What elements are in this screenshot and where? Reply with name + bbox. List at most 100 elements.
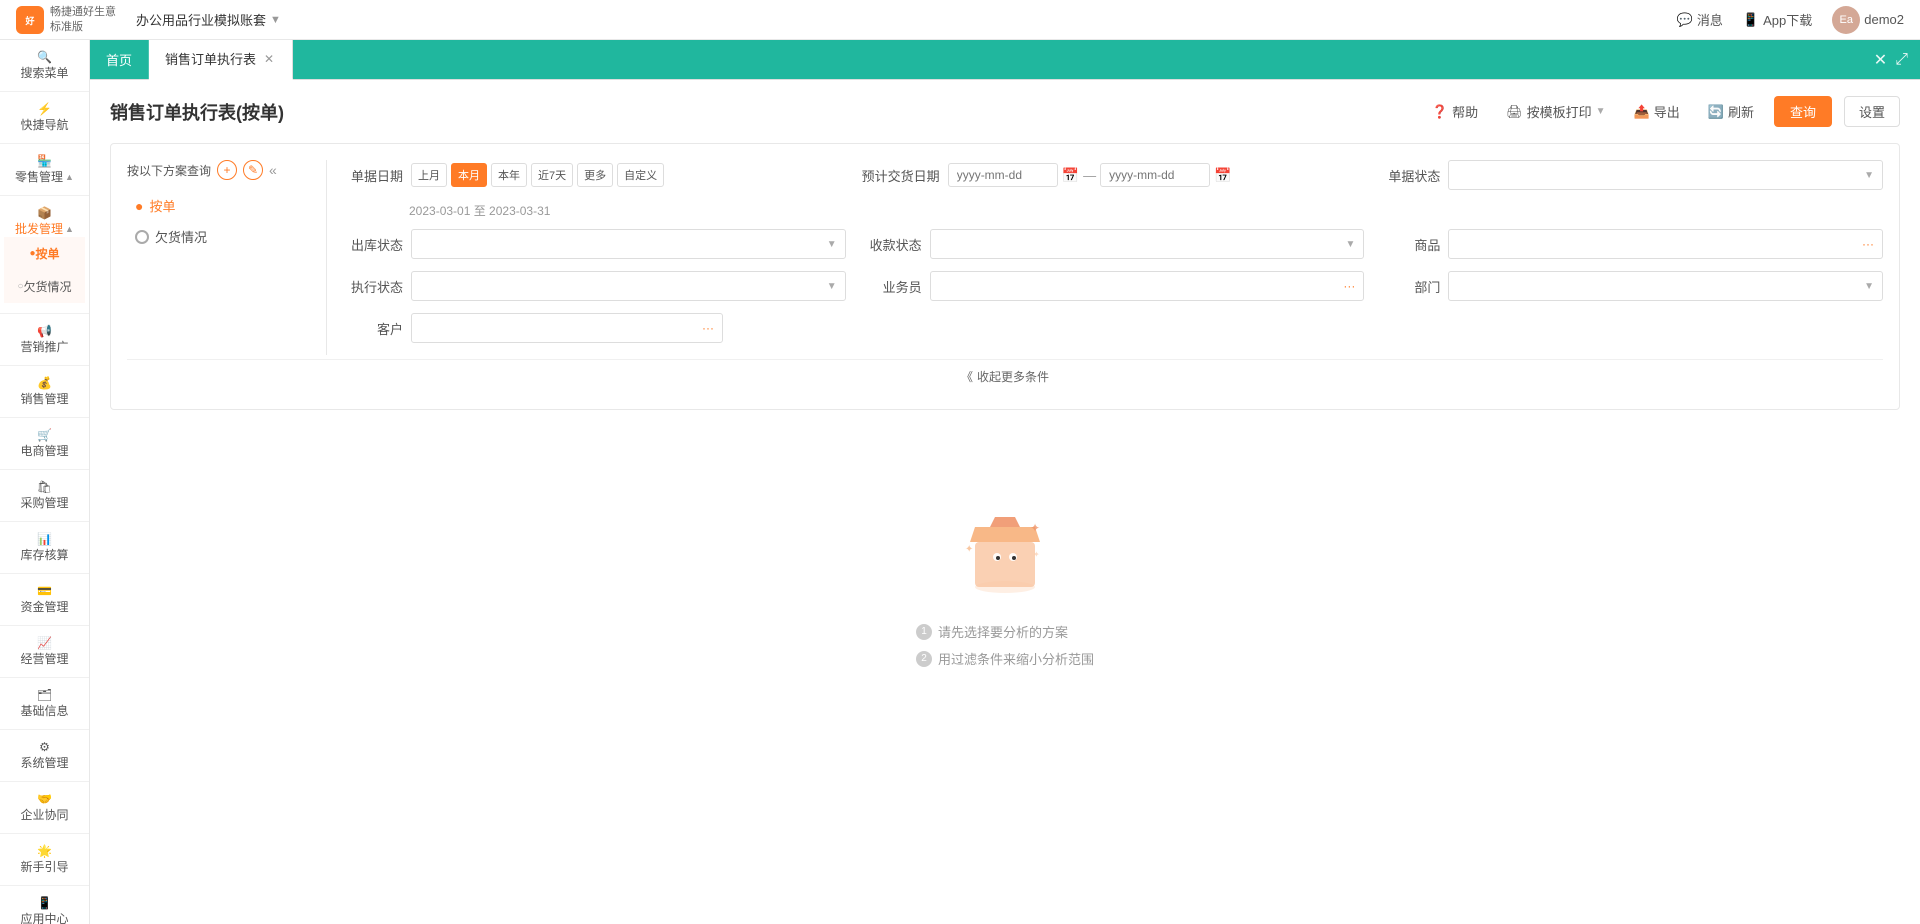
date-btn-last-month[interactable]: 上月 — [411, 163, 447, 187]
sidebar-item-finance[interactable]: 💳 资金管理 — [0, 574, 89, 626]
scheme-item-order[interactable]: ● 按单 — [127, 190, 310, 221]
delivery-status-select[interactable]: ▼ — [411, 229, 846, 259]
settings-button[interactable]: 设置 — [1844, 96, 1900, 127]
bill-date-range: 2023-03-01 至 2023-03-31 — [343, 202, 1883, 219]
svg-text:好: 好 — [24, 15, 34, 26]
expected-date-label: 预计交货日期 — [862, 166, 940, 185]
date-btn-more[interactable]: 更多 — [577, 163, 613, 187]
svg-text:✦: ✦ — [965, 544, 973, 555]
expected-date-start[interactable] — [948, 163, 1058, 187]
salesperson-more-icon[interactable]: ··· — [1343, 279, 1355, 293]
tip-num-2: 2 — [916, 651, 932, 667]
close-all-icon[interactable]: ✕ — [1874, 50, 1887, 70]
customer-more-icon[interactable]: ··· — [702, 321, 714, 335]
bill-status-select[interactable]: ▼ — [1448, 160, 1883, 190]
logo-text: 畅捷通好生意 标准版 — [50, 5, 116, 34]
filter-section: 按以下方案查询 + ✎ « ● 按单 — [110, 143, 1900, 410]
add-scheme-button[interactable]: + — [217, 160, 237, 180]
expected-date-control: 📅 — 📅 — [948, 163, 1365, 187]
department-select[interactable]: ▼ — [1448, 271, 1883, 301]
date-btn-this-month[interactable]: 本月 — [451, 163, 487, 187]
refresh-button[interactable]: 🔄 刷新 — [1700, 98, 1762, 125]
logo-area: 好 畅捷通好生意 标准版 — [16, 5, 116, 34]
date-btn-7days[interactable]: 近7天 — [531, 163, 573, 187]
inventory-icon: 📊 — [37, 532, 52, 546]
scheme-item-debt[interactable]: 欠货情况 — [127, 221, 310, 252]
sidebar-item-system[interactable]: ⚙ 系统管理 — [0, 730, 89, 782]
main-layout: 🔍 搜索菜单 ⚡ 快捷导航 🏪 零售管理 ▲ 📦 批发管理 ▲ ● 按单 — [0, 40, 1920, 924]
edit-scheme-button[interactable]: ✎ — [243, 160, 263, 180]
sidebar-item-wholesale[interactable]: 📦 批发管理 ▲ ● 按单 ○ 欠货情况 — [0, 196, 89, 314]
sidebar: 🔍 搜索菜单 ⚡ 快捷导航 🏪 零售管理 ▲ 📦 批发管理 ▲ ● 按单 — [0, 40, 90, 924]
sidebar-item-purchase[interactable]: 🛍 采购管理 — [0, 470, 89, 522]
operation-icon: 📈 — [37, 636, 52, 650]
tab-close-icon[interactable]: ✕ — [262, 50, 276, 68]
export-icon: 📤 — [1634, 104, 1650, 120]
finance-icon: 💳 — [37, 584, 52, 598]
expand-icon[interactable]: ⤢ — [1895, 51, 1908, 69]
app-download-button[interactable]: 📱 App下载 — [1743, 10, 1812, 29]
payment-status-select[interactable]: ▼ — [930, 229, 1365, 259]
page-title: 销售订单执行表(按单) — [110, 99, 284, 125]
newbie-icon: 🌟 — [37, 844, 52, 858]
search-icon: 🔍 — [37, 50, 52, 64]
filter-row-2: 出库状态 ▼ 收款状态 ▼ — [343, 229, 1883, 259]
product-select[interactable]: ··· — [1448, 229, 1883, 259]
sidebar-sub-item-debt[interactable]: ○ 欠货情况 — [4, 270, 85, 303]
quick-nav-icon: ⚡ — [37, 102, 52, 116]
message-button[interactable]: 💬 消息 — [1677, 10, 1723, 29]
exec-status-select[interactable]: ▼ — [411, 271, 846, 301]
date-btn-custom[interactable]: 自定义 — [617, 163, 664, 187]
calendar-start-icon[interactable]: 📅 — [1062, 167, 1079, 184]
export-button[interactable]: 📤 导出 — [1626, 98, 1688, 125]
filter-row-4: 客户 ··· — [343, 313, 1883, 343]
help-button[interactable]: ❓ 帮助 — [1424, 98, 1486, 125]
tab-home[interactable]: 首页 — [90, 40, 149, 80]
sidebar-item-appstore[interactable]: 📱 应用中心 — [0, 886, 89, 924]
query-button[interactable]: 查询 — [1774, 96, 1832, 127]
wholesale-icon: 📦 — [37, 206, 52, 220]
user-menu-button[interactable]: Ea demo2 — [1832, 6, 1904, 34]
customer-label: 客户 — [343, 319, 403, 338]
empty-tips: 1 请先选择要分析的方案 2 用过滤条件来缩小分析范围 — [916, 622, 1094, 668]
sidebar-item-basic[interactable]: 🗂 基础信息 — [0, 678, 89, 730]
filter-field-expected-date: 预计交货日期 📅 — 📅 — [862, 163, 1365, 187]
sidebar-item-inventory[interactable]: 📊 库存核算 — [0, 522, 89, 574]
collapse-more-button[interactable]: 《 收起更多条件 — [961, 368, 1049, 385]
retail-arrow-icon: ▲ — [65, 172, 74, 182]
collapse-scheme-button[interactable]: « — [269, 162, 277, 178]
message-icon: 💬 — [1677, 12, 1693, 28]
sidebar-item-enterprise[interactable]: 🤝 企业协同 — [0, 782, 89, 834]
sidebar-item-retail[interactable]: 🏪 零售管理 ▲ — [0, 144, 89, 196]
sidebar-item-ecommerce[interactable]: 🛒 电商管理 — [0, 418, 89, 470]
salesperson-select[interactable]: ··· — [930, 271, 1365, 301]
template-print-button[interactable]: 🖨 按模板打印 ▼ — [1498, 98, 1613, 125]
sales-icon: 💰 — [37, 376, 52, 390]
customer-select[interactable]: ··· — [411, 313, 723, 343]
sidebar-sub-item-order[interactable]: ● 按单 — [4, 237, 85, 270]
product-more-icon[interactable]: ··· — [1862, 237, 1874, 251]
sidebar-item-sales[interactable]: 💰 销售管理 — [0, 366, 89, 418]
sidebar-item-marketing[interactable]: 📢 营销推广 — [0, 314, 89, 366]
sidebar-item-operation[interactable]: 📈 经营管理 — [0, 626, 89, 678]
date-separator: — — [1083, 168, 1096, 183]
top-header: 好 畅捷通好生意 标准版 办公用品行业模拟账套 ▼ 💬 消息 📱 App下载 E… — [0, 0, 1920, 40]
breadcrumb: 办公用品行业模拟账套 ▼ — [136, 10, 281, 29]
delivery-status-arrow-icon: ▼ — [827, 239, 837, 250]
filter-field-delivery-status: 出库状态 ▼ — [343, 229, 846, 259]
print-icon: 🖨 — [1506, 104, 1523, 120]
calendar-end-icon[interactable]: 📅 — [1214, 167, 1231, 184]
sidebar-item-newbie[interactable]: 🌟 新手引导 — [0, 834, 89, 886]
enterprise-icon: 🤝 — [37, 792, 52, 806]
expected-date-end[interactable] — [1100, 163, 1210, 187]
tab-sales-order[interactable]: 销售订单执行表 ✕ — [149, 40, 293, 80]
wholesale-arrow-icon: ▲ — [65, 224, 74, 234]
breadcrumb-dropdown-icon[interactable]: ▼ — [270, 14, 281, 26]
date-btn-this-year[interactable]: 本年 — [491, 163, 527, 187]
empty-illustration: ✦ ✦ ✦ — [955, 502, 1055, 602]
system-icon: ⚙ — [39, 740, 50, 754]
sidebar-item-search[interactable]: 🔍 搜索菜单 — [0, 40, 89, 92]
sidebar-item-quick-nav[interactable]: ⚡ 快捷导航 — [0, 92, 89, 144]
filter-row-1: 单据日期 上月 本月 本年 近7天 更多 自定义 — [343, 160, 1883, 190]
salesperson-label: 业务员 — [862, 277, 922, 296]
